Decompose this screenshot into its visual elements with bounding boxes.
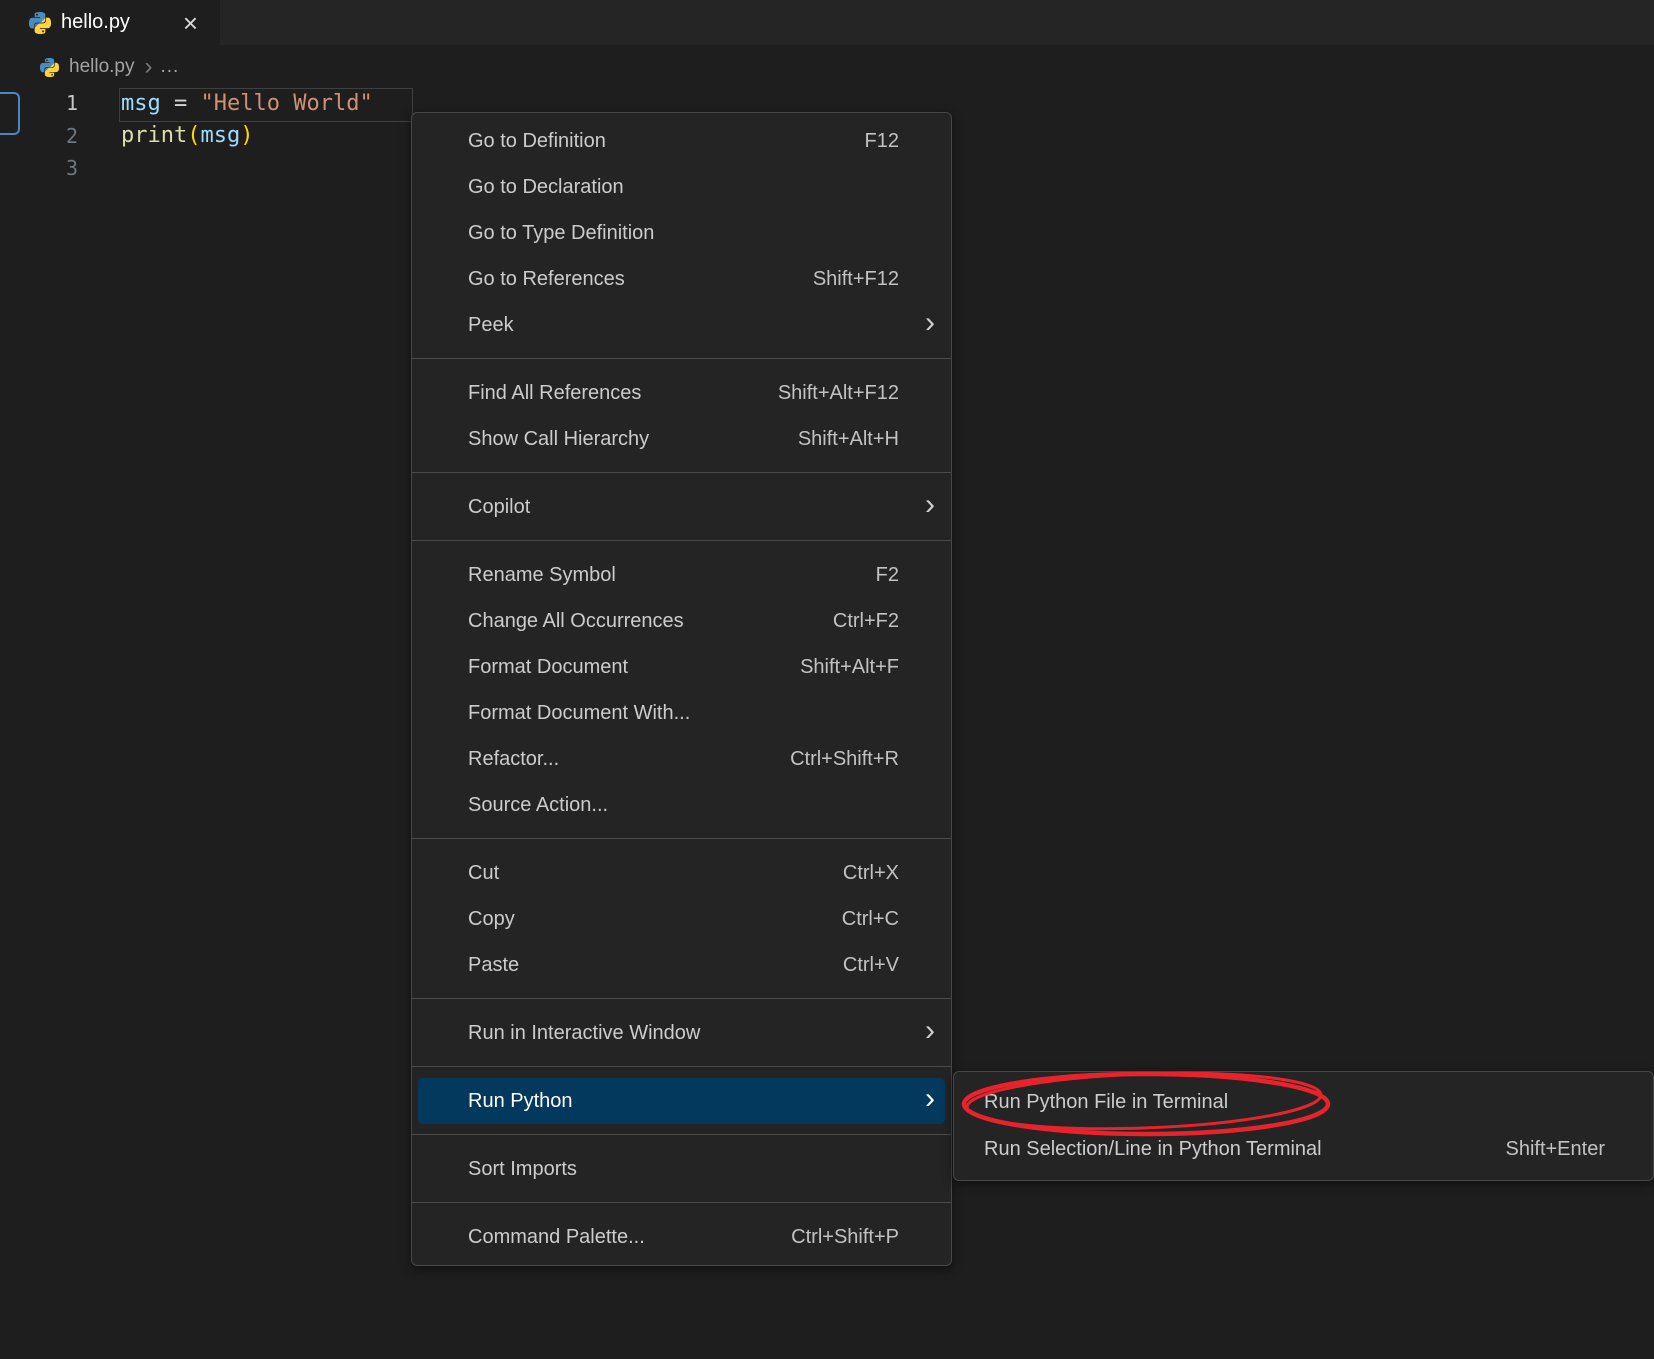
menu-item-label: Format Document bbox=[468, 656, 800, 679]
menu-item-label: Copy bbox=[468, 908, 842, 931]
tab-hello-py[interactable]: hello.py × bbox=[0, 0, 220, 45]
menu-item-shortcut: F2 bbox=[876, 564, 899, 587]
menu-item-label: Go to Type Definition bbox=[468, 222, 935, 245]
menu-item-label: Cut bbox=[468, 862, 843, 885]
menu-item-label: Copilot bbox=[468, 496, 909, 519]
menu-item-label: Refactor... bbox=[468, 748, 790, 771]
menu-item-label: Command Palette... bbox=[468, 1226, 791, 1249]
menu-item-go-to-references[interactable]: Go to ReferencesShift+F12 bbox=[418, 256, 945, 302]
menu-item-run-selection-line-in-python-terminal[interactable]: Run Selection/Line in Python TerminalShi… bbox=[954, 1126, 1653, 1173]
menu-separator bbox=[412, 1202, 951, 1203]
menu-item-shortcut: Shift+Alt+F12 bbox=[778, 382, 899, 405]
menu-item-show-call-hierarchy[interactable]: Show Call HierarchyShift+Alt+H bbox=[418, 416, 945, 462]
menu-item-cut[interactable]: CutCtrl+X bbox=[418, 850, 945, 896]
menu-separator bbox=[412, 472, 951, 473]
menu-item-label: Go to References bbox=[468, 268, 813, 291]
vscode-window: { "colors": { "editor_bg": "#1e1e1e", "t… bbox=[0, 0, 1654, 1359]
code-token: msg bbox=[121, 91, 161, 116]
menu-item-label: Sort Imports bbox=[468, 1158, 935, 1181]
menu-item-label: Show Call Hierarchy bbox=[468, 428, 798, 451]
submenu-arrow-icon: › bbox=[909, 1016, 935, 1046]
menu-item-peek[interactable]: Peek› bbox=[418, 302, 945, 348]
code-token: ( bbox=[187, 123, 200, 148]
menu-item-label: Go to Declaration bbox=[468, 176, 935, 199]
code-token: print bbox=[121, 123, 187, 148]
menu-item-shortcut: F12 bbox=[865, 130, 899, 153]
close-icon[interactable]: × bbox=[183, 10, 198, 36]
menu-item-label: Change All Occurrences bbox=[468, 610, 833, 633]
menu-item-shortcut: Shift+Alt+H bbox=[798, 428, 899, 451]
menu-item-change-all-occurrences[interactable]: Change All OccurrencesCtrl+F2 bbox=[418, 598, 945, 644]
menu-item-command-palette[interactable]: Command Palette...Ctrl+Shift+P bbox=[418, 1214, 945, 1260]
menu-separator bbox=[412, 838, 951, 839]
menu-item-paste[interactable]: PasteCtrl+V bbox=[418, 942, 945, 988]
menu-item-label: Source Action... bbox=[468, 794, 935, 817]
menu-item-shortcut: Shift+Enter bbox=[1505, 1138, 1605, 1161]
menu-separator bbox=[412, 1134, 951, 1135]
menu-item-shortcut: Shift+F12 bbox=[813, 268, 899, 291]
menu-item-shortcut: Ctrl+V bbox=[843, 954, 899, 977]
menu-item-format-document-with[interactable]: Format Document With... bbox=[418, 690, 945, 736]
menu-item-copy[interactable]: CopyCtrl+C bbox=[418, 896, 945, 942]
menu-item-label: Find All References bbox=[468, 382, 778, 405]
code-token: ) bbox=[240, 123, 253, 148]
menu-item-label: Run Python File in Terminal bbox=[984, 1091, 1605, 1114]
menu-item-go-to-declaration[interactable]: Go to Declaration bbox=[418, 164, 945, 210]
menu-item-run-in-interactive-window[interactable]: Run in Interactive Window› bbox=[418, 1010, 945, 1056]
tab-bar: hello.py × bbox=[0, 0, 1654, 45]
menu-item-label: Format Document With... bbox=[468, 702, 935, 725]
code-token: = bbox=[161, 91, 201, 116]
menu-item-label: Peek bbox=[468, 314, 909, 337]
menu-item-shortcut: Shift+Alt+F bbox=[800, 656, 899, 679]
edge-widget-fragment bbox=[0, 92, 20, 135]
submenu-arrow-icon: › bbox=[909, 308, 935, 338]
submenu-arrow-icon: › bbox=[909, 1084, 935, 1114]
menu-separator bbox=[412, 998, 951, 999]
menu-item-run-python-file-in-terminal[interactable]: Run Python File in Terminal bbox=[954, 1079, 1653, 1126]
code-token: msg bbox=[200, 123, 240, 148]
menu-separator bbox=[412, 540, 951, 541]
menu-item-run-python[interactable]: Run Python› bbox=[418, 1078, 945, 1124]
menu-item-label: Run Selection/Line in Python Terminal bbox=[984, 1138, 1505, 1161]
menu-item-label: Run Python bbox=[468, 1090, 909, 1113]
breadcrumb-symbol-ellipsis[interactable]: ... bbox=[161, 56, 180, 78]
menu-item-sort-imports[interactable]: Sort Imports bbox=[418, 1146, 945, 1192]
submenu-arrow-icon: › bbox=[909, 490, 935, 520]
menu-item-go-to-definition[interactable]: Go to DefinitionF12 bbox=[418, 118, 945, 164]
menu-item-rename-symbol[interactable]: Rename SymbolF2 bbox=[418, 552, 945, 598]
menu-item-copilot[interactable]: Copilot› bbox=[418, 484, 945, 530]
menu-item-go-to-type-definition[interactable]: Go to Type Definition bbox=[418, 210, 945, 256]
menu-item-refactor[interactable]: Refactor...Ctrl+Shift+R bbox=[418, 736, 945, 782]
menu-item-label: Paste bbox=[468, 954, 843, 977]
menu-separator bbox=[412, 358, 951, 359]
breadcrumb-chevron-icon: › bbox=[145, 55, 153, 79]
breadcrumb-file[interactable]: hello.py bbox=[69, 56, 135, 78]
code-text: print(msg) bbox=[121, 123, 253, 148]
menu-item-shortcut: Ctrl+X bbox=[843, 862, 899, 885]
python-icon bbox=[29, 12, 51, 34]
code-token: "Hello World" bbox=[201, 91, 373, 116]
menu-item-label: Go to Definition bbox=[468, 130, 865, 153]
tab-title: hello.py bbox=[61, 11, 130, 34]
run-python-submenu: Run Python File in Terminal Run Selection… bbox=[953, 1071, 1654, 1181]
menu-item-label: Rename Symbol bbox=[468, 564, 876, 587]
context-menu: Go to DefinitionF12 Go to Declaration Go t… bbox=[411, 112, 952, 1266]
menu-item-find-all-references[interactable]: Find All ReferencesShift+Alt+F12 bbox=[418, 370, 945, 416]
line-number: 3 bbox=[0, 156, 78, 180]
menu-item-label: Run in Interactive Window bbox=[468, 1022, 909, 1045]
menu-item-shortcut: Ctrl+C bbox=[842, 908, 899, 931]
menu-item-format-document[interactable]: Format DocumentShift+Alt+F bbox=[418, 644, 945, 690]
menu-item-shortcut: Ctrl+Shift+P bbox=[791, 1226, 899, 1249]
breadcrumb[interactable]: hello.py › ... bbox=[40, 52, 179, 82]
code-text: msg = "Hello World" bbox=[121, 91, 373, 116]
python-icon bbox=[40, 58, 59, 77]
menu-item-shortcut: Ctrl+Shift+R bbox=[790, 748, 899, 771]
menu-item-source-action[interactable]: Source Action... bbox=[418, 782, 945, 828]
menu-item-shortcut: Ctrl+F2 bbox=[833, 610, 899, 633]
menu-separator bbox=[412, 1066, 951, 1067]
